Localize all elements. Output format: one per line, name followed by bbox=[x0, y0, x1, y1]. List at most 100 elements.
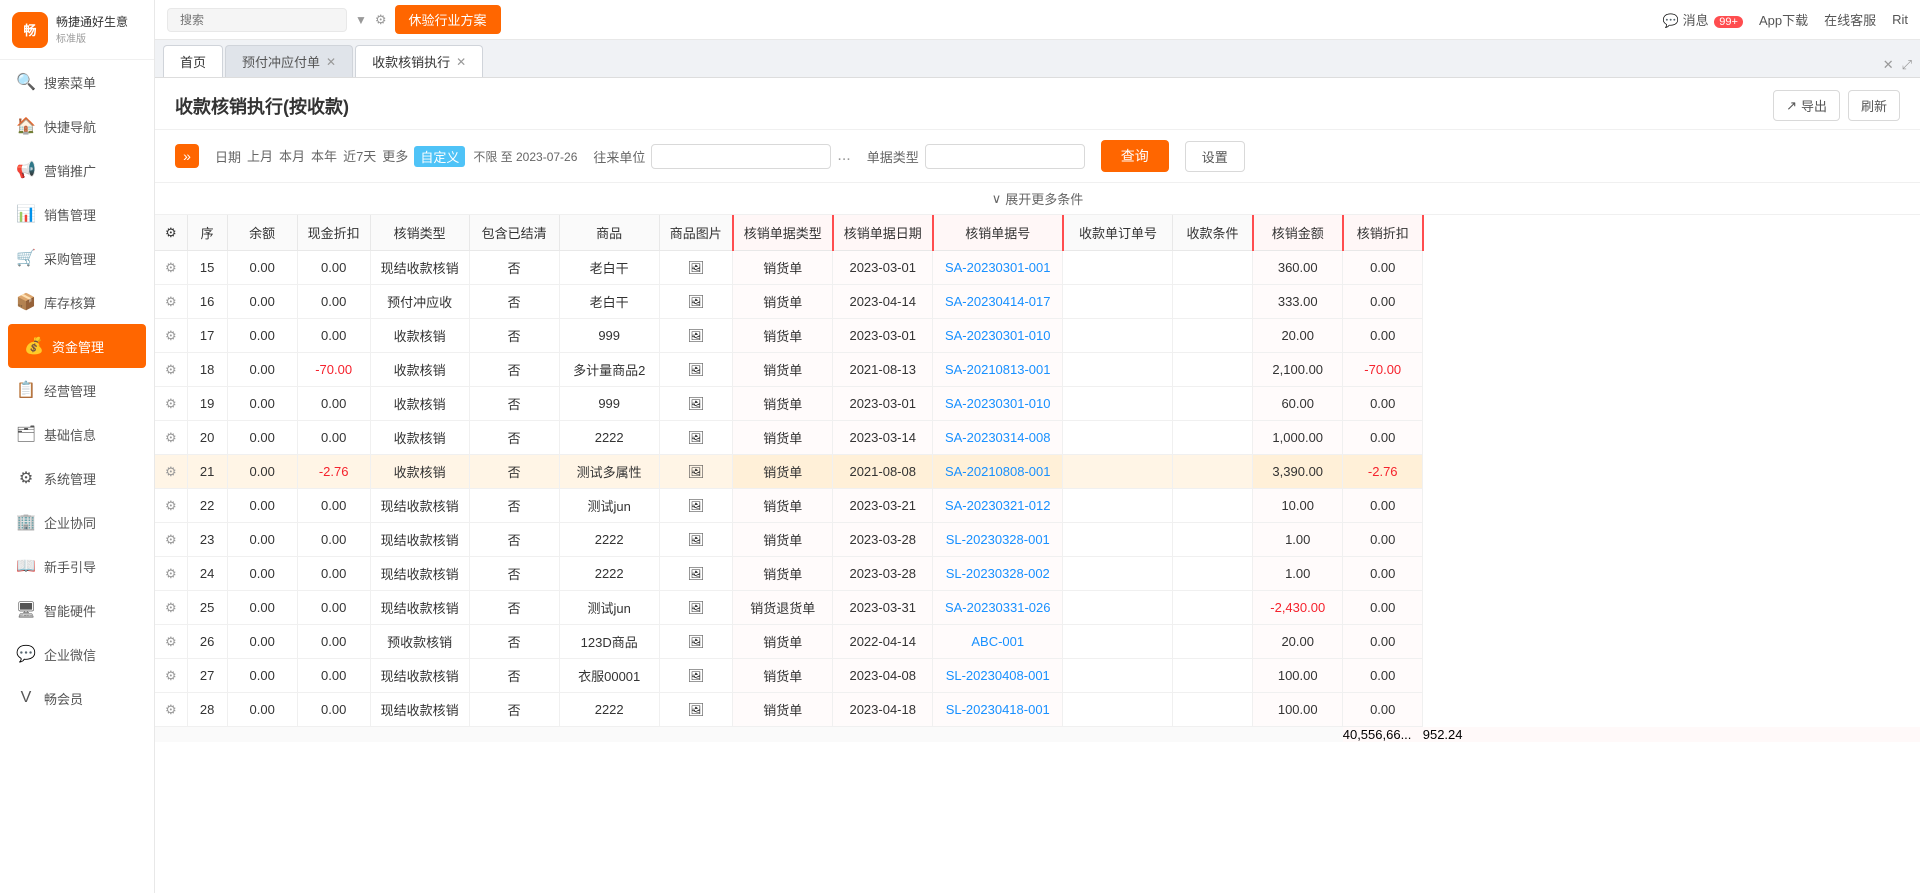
cell-writeoff_bill_no[interactable]: SL-20230408-001 bbox=[933, 659, 1063, 693]
cell-writeoff_bill_no[interactable]: SA-20230301-010 bbox=[933, 319, 1063, 353]
filter-expand-btn[interactable]: » bbox=[175, 144, 199, 168]
row-gear-icon[interactable]: ⚙ bbox=[165, 328, 177, 343]
settings-icon[interactable]: ⚙ bbox=[375, 12, 387, 28]
date-this-year[interactable]: 本年 bbox=[311, 146, 337, 167]
link-writeoff_bill_no[interactable]: SA-20230321-012 bbox=[945, 498, 1051, 513]
link-writeoff_bill_no[interactable]: SA-20230301-010 bbox=[945, 328, 1051, 343]
tab-receipt[interactable]: 收款核销执行✕ bbox=[355, 45, 483, 77]
cell-writeoff_bill_no[interactable]: SA-20230301-001 bbox=[933, 251, 1063, 285]
row-gear-icon[interactable]: ⚙ bbox=[165, 566, 177, 581]
app-download-btn[interactable]: App下载 bbox=[1759, 10, 1808, 29]
sidebar-item-inventory[interactable]: 📦库存核算 bbox=[0, 280, 154, 324]
date-this-month[interactable]: 本月 bbox=[279, 146, 305, 167]
row-settings[interactable]: ⚙ bbox=[155, 693, 187, 727]
dropdown-icon[interactable]: ▼ bbox=[355, 13, 367, 27]
link-writeoff_bill_no[interactable]: SA-20210813-001 bbox=[945, 362, 1051, 377]
settings-btn[interactable]: 设置 bbox=[1185, 141, 1245, 172]
row-settings[interactable]: ⚙ bbox=[155, 319, 187, 353]
row-gear-icon[interactable]: ⚙ bbox=[165, 702, 177, 717]
row-gear-icon[interactable]: ⚙ bbox=[165, 294, 177, 309]
link-writeoff_bill_no[interactable]: SA-20230301-001 bbox=[945, 260, 1051, 275]
sidebar-item-search[interactable]: 🔍搜索菜单 bbox=[0, 60, 154, 104]
tab-home[interactable]: 首页 bbox=[163, 45, 223, 77]
maximize-icon[interactable]: ⤢ bbox=[1902, 57, 1912, 73]
link-writeoff_bill_no[interactable]: SA-20230301-010 bbox=[945, 396, 1051, 411]
row-gear-icon[interactable]: ⚙ bbox=[165, 600, 177, 615]
col-settings[interactable]: ⚙ bbox=[155, 215, 187, 251]
row-settings[interactable]: ⚙ bbox=[155, 523, 187, 557]
tab-prepay[interactable]: 预付冲应付单✕ bbox=[225, 45, 353, 77]
solution-btn[interactable]: 休验行业方案 bbox=[395, 5, 501, 34]
date-custom[interactable]: 自定义 bbox=[414, 146, 465, 167]
sidebar-item-shortcut[interactable]: 🏠快捷导航 bbox=[0, 104, 154, 148]
sidebar-item-marketing[interactable]: 📢营销推广 bbox=[0, 148, 154, 192]
link-writeoff_bill_no[interactable]: SL-20230328-001 bbox=[946, 532, 1050, 547]
link-writeoff_bill_no[interactable]: SA-20230314-008 bbox=[945, 430, 1051, 445]
sidebar-item-basic[interactable]: 🗂基础信息 bbox=[0, 412, 154, 456]
cell-writeoff_bill_no[interactable]: SA-20230314-008 bbox=[933, 421, 1063, 455]
row-settings[interactable]: ⚙ bbox=[155, 625, 187, 659]
cell-writeoff_bill_no[interactable]: ABC-001 bbox=[933, 625, 1063, 659]
date-prev-month[interactable]: 上月 bbox=[247, 146, 273, 167]
refresh-btn[interactable]: 刷新 bbox=[1848, 90, 1900, 121]
gear-icon[interactable]: ⚙ bbox=[165, 225, 177, 240]
sidebar-item-finance[interactable]: 💰资金管理 bbox=[8, 324, 146, 368]
date-7days[interactable]: 近7天 bbox=[343, 146, 376, 167]
sidebar-item-guide[interactable]: 📖新手引导 bbox=[0, 544, 154, 588]
sidebar-item-wechat[interactable]: 💬企业微信 bbox=[0, 632, 154, 676]
row-gear-icon[interactable]: ⚙ bbox=[165, 498, 177, 513]
expand-more-btn[interactable]: ∨ 展开更多条件 bbox=[992, 189, 1084, 208]
tab-close-receipt[interactable]: ✕ bbox=[456, 55, 466, 69]
link-writeoff_bill_no[interactable]: SA-20230414-017 bbox=[945, 294, 1051, 309]
link-writeoff_bill_no[interactable]: SL-20230408-001 bbox=[946, 668, 1050, 683]
message-btn[interactable]: 💬 消息 99+ bbox=[1663, 10, 1743, 29]
row-settings[interactable]: ⚙ bbox=[155, 455, 187, 489]
row-settings[interactable]: ⚙ bbox=[155, 421, 187, 455]
row-gear-icon[interactable]: ⚙ bbox=[165, 634, 177, 649]
row-settings[interactable]: ⚙ bbox=[155, 591, 187, 625]
table-container[interactable]: ⚙序余额现金折扣核销类型包含已结清商品商品图片核销单据类型核销单据日期核销单据号… bbox=[155, 215, 1920, 893]
row-gear-icon[interactable]: ⚙ bbox=[165, 430, 177, 445]
sidebar-item-sales[interactable]: 📊销售管理 bbox=[0, 192, 154, 236]
user-name[interactable]: Rit bbox=[1892, 12, 1908, 27]
row-settings[interactable]: ⚙ bbox=[155, 387, 187, 421]
cell-writeoff_bill_no[interactable]: SL-20230328-002 bbox=[933, 557, 1063, 591]
row-gear-icon[interactable]: ⚙ bbox=[165, 532, 177, 547]
partner-dots[interactable]: ... bbox=[837, 147, 850, 165]
cell-writeoff_bill_no[interactable]: SA-20230321-012 bbox=[933, 489, 1063, 523]
link-writeoff_bill_no[interactable]: SL-20230418-001 bbox=[946, 702, 1050, 717]
row-settings[interactable]: ⚙ bbox=[155, 557, 187, 591]
date-more[interactable]: 更多 bbox=[382, 146, 408, 167]
close-tab-icon[interactable]: ✕ bbox=[1883, 57, 1894, 73]
cell-writeoff_bill_no[interactable]: SA-20230414-017 bbox=[933, 285, 1063, 319]
sidebar-item-smart[interactable]: 🖥智能硬件 bbox=[0, 588, 154, 632]
cell-writeoff_bill_no[interactable]: SA-20210808-001 bbox=[933, 455, 1063, 489]
sidebar-item-system[interactable]: ⚙系统管理 bbox=[0, 456, 154, 500]
row-gear-icon[interactable]: ⚙ bbox=[165, 396, 177, 411]
cell-writeoff_bill_no[interactable]: SL-20230418-001 bbox=[933, 693, 1063, 727]
link-writeoff_bill_no[interactable]: SL-20230328-002 bbox=[946, 566, 1050, 581]
row-gear-icon[interactable]: ⚙ bbox=[165, 362, 177, 377]
row-settings[interactable]: ⚙ bbox=[155, 251, 187, 285]
query-btn[interactable]: 查询 bbox=[1101, 140, 1169, 172]
cell-writeoff_bill_no[interactable]: SA-20230331-026 bbox=[933, 591, 1063, 625]
sidebar-item-purchase[interactable]: 🛒采购管理 bbox=[0, 236, 154, 280]
top-search-input[interactable] bbox=[167, 8, 347, 32]
tab-close-prepay[interactable]: ✕ bbox=[326, 55, 336, 69]
row-gear-icon[interactable]: ⚙ bbox=[165, 260, 177, 275]
export-btn[interactable]: ↗ 导出 bbox=[1773, 90, 1840, 121]
cell-writeoff_bill_no[interactable]: SA-20210813-001 bbox=[933, 353, 1063, 387]
partner-input[interactable] bbox=[651, 144, 831, 169]
sidebar-item-enterprise[interactable]: 🏢企业协同 bbox=[0, 500, 154, 544]
row-settings[interactable]: ⚙ bbox=[155, 489, 187, 523]
cell-writeoff_bill_no[interactable]: SL-20230328-001 bbox=[933, 523, 1063, 557]
cell-writeoff_bill_no[interactable]: SA-20230301-010 bbox=[933, 387, 1063, 421]
link-writeoff_bill_no[interactable]: SA-20210808-001 bbox=[945, 464, 1051, 479]
online-service-btn[interactable]: 在线客服 bbox=[1824, 10, 1876, 29]
bill-type-select[interactable] bbox=[925, 144, 1085, 169]
row-gear-icon[interactable]: ⚙ bbox=[165, 464, 177, 479]
row-settings[interactable]: ⚙ bbox=[155, 353, 187, 387]
link-writeoff_bill_no[interactable]: SA-20230331-026 bbox=[945, 600, 1051, 615]
row-gear-icon[interactable]: ⚙ bbox=[165, 668, 177, 683]
link-writeoff_bill_no[interactable]: ABC-001 bbox=[971, 634, 1024, 649]
